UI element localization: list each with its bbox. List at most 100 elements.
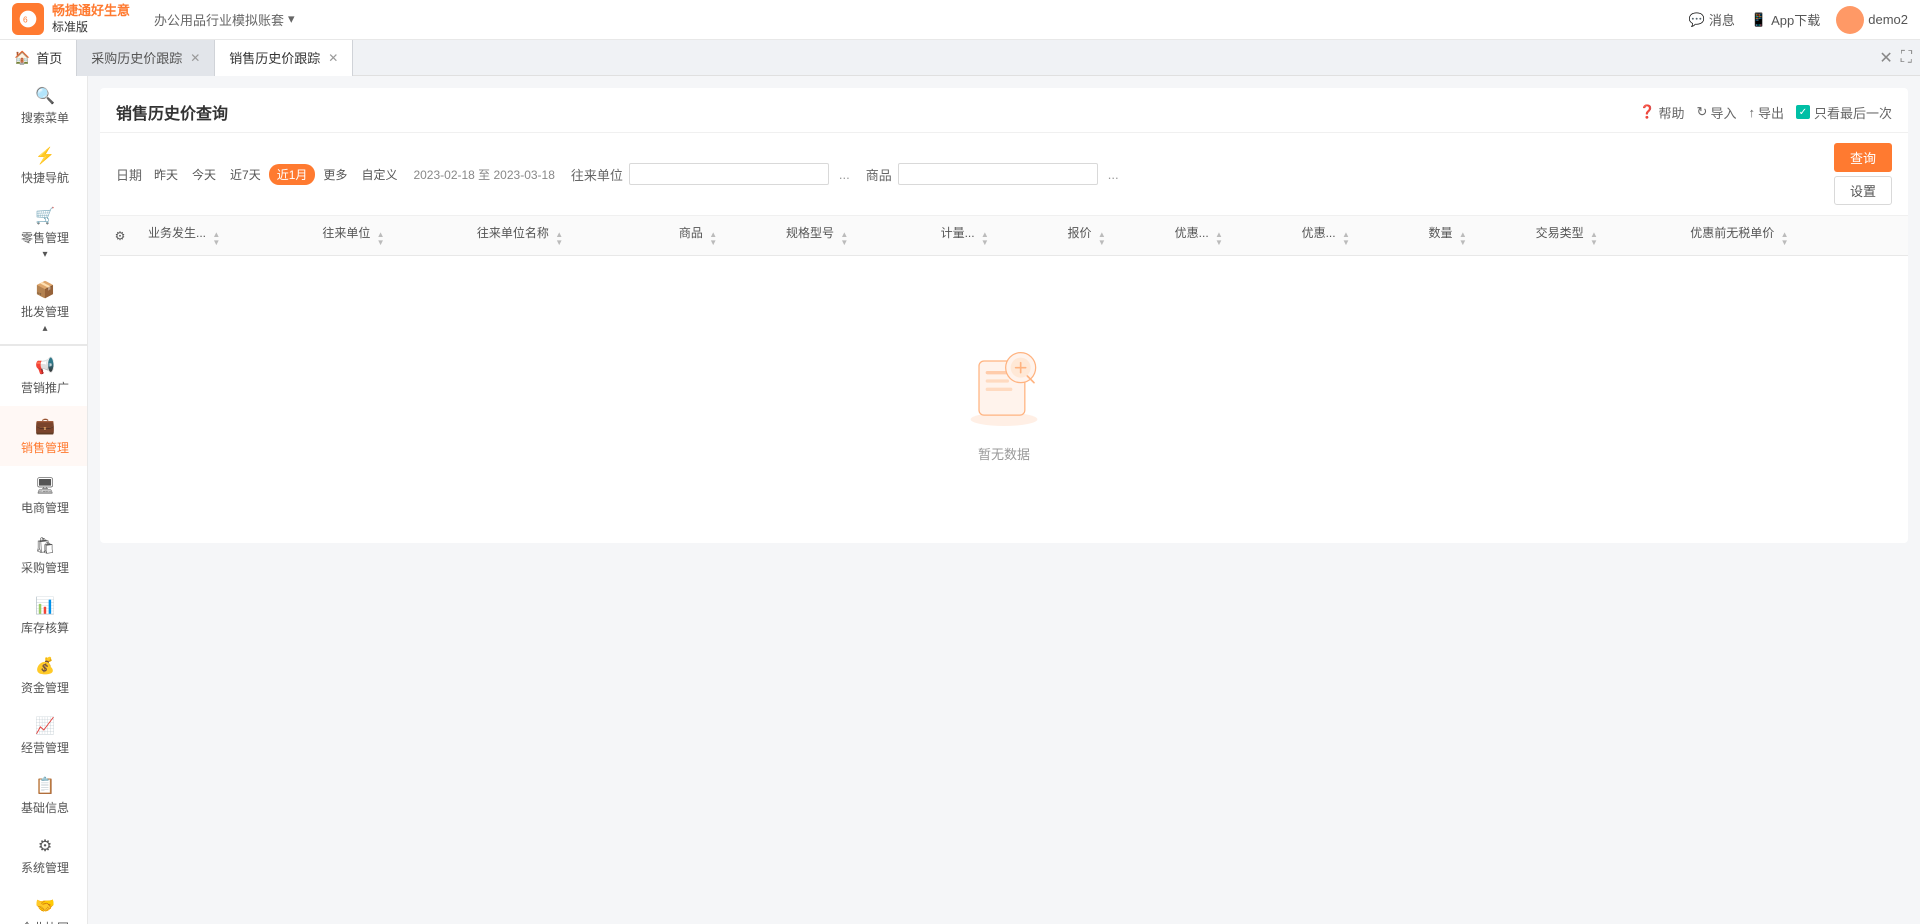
sidebar-item-purchase[interactable]: 🛍 采购管理 bbox=[0, 526, 87, 586]
empty-state: 暂无数据 bbox=[100, 256, 1908, 543]
sort-unit-icon[interactable]: ▲▼ bbox=[981, 231, 989, 247]
only-last-checkbox[interactable] bbox=[1796, 105, 1810, 119]
col-qty[interactable]: 数量 ▲▼ bbox=[1421, 216, 1528, 256]
date-tab-yesterday[interactable]: 昨天 bbox=[148, 164, 184, 185]
handshake-icon: 🤝 bbox=[35, 896, 55, 916]
sort-partner-code-icon[interactable]: ▲▼ bbox=[377, 231, 385, 247]
col-unit[interactable]: 计量... ▲▼ bbox=[933, 216, 1060, 256]
col-partner-name[interactable]: 往来单位名称 ▲▼ bbox=[469, 216, 671, 256]
sidebar-item-marketing[interactable]: 📢 营销推广 bbox=[0, 346, 87, 406]
box-icon: 📦 bbox=[35, 280, 55, 300]
close-purchase-tab-icon[interactable]: ✕ bbox=[190, 51, 200, 65]
date-filter: 日期 昨天 今天 近7天 近1月 更多 自定义 2023-02-18 至 202… bbox=[116, 164, 555, 185]
topbar-right: 💬 消息 📱 App下载 demo2 bbox=[1689, 6, 1908, 34]
sort-discount2-icon[interactable]: ▲▼ bbox=[1342, 231, 1350, 247]
tab-purchase-history[interactable]: 采购历史价跟踪 ✕ bbox=[77, 40, 215, 76]
goods-label: 商品 bbox=[866, 165, 892, 184]
trending-icon: 📈 bbox=[35, 716, 55, 736]
date-tab-1month[interactable]: 近1月 bbox=[269, 164, 316, 185]
search-icon: 🔍 bbox=[35, 86, 55, 106]
page-header: 销售历史价查询 ❓ 帮助 ↻ 导入 ↑ 导出 bbox=[100, 88, 1908, 133]
sort-biz-date-icon[interactable]: ▲▼ bbox=[212, 231, 220, 247]
clipboard-icon: 📋 bbox=[35, 776, 55, 796]
sidebar-item-inventory[interactable]: 📊 库存核算 bbox=[0, 586, 87, 646]
goods-dots-btn[interactable]: ... bbox=[1108, 167, 1119, 182]
col-biz-date[interactable]: 业务发生... ▲▼ bbox=[140, 216, 314, 256]
sidebar-item-operations[interactable]: 📈 经营管理 bbox=[0, 706, 87, 766]
col-partner-code[interactable]: 往来单位 ▲▼ bbox=[314, 216, 469, 256]
sort-quote-icon[interactable]: ▲▼ bbox=[1098, 231, 1106, 247]
sort-qty-icon[interactable]: ▲▼ bbox=[1459, 231, 1467, 247]
date-tab-today[interactable]: 今天 bbox=[186, 164, 222, 185]
import-btn[interactable]: ↻ 导入 bbox=[1697, 103, 1737, 122]
col-quote[interactable]: 报价 ▲▼ bbox=[1059, 216, 1166, 256]
col-spec[interactable]: 规格型号 ▲▼ bbox=[778, 216, 933, 256]
sidebar-item-sales[interactable]: 💼 销售管理 bbox=[0, 406, 87, 466]
sidebar-item-wholesale[interactable]: 📦 批发管理 ▴ bbox=[0, 270, 87, 344]
home-icon: 🏠 bbox=[14, 50, 30, 66]
cart-icon: 🛒 bbox=[35, 206, 55, 226]
page-title: 销售历史价查询 bbox=[116, 100, 228, 124]
tabs-bar: 🏠 首页 采购历史价跟踪 ✕ 销售历史价跟踪 ✕ ✕ ⛶ bbox=[0, 40, 1920, 76]
sidebar-item-basic[interactable]: 📋 基础信息 bbox=[0, 766, 87, 826]
setting-button[interactable]: 设置 bbox=[1834, 176, 1892, 205]
sidebar-item-system[interactable]: ⚙ 系统管理 bbox=[0, 826, 87, 886]
col-trade-type[interactable]: 交易类型 ▲▼ bbox=[1528, 216, 1683, 256]
tab-home[interactable]: 🏠 首页 bbox=[0, 40, 77, 76]
tab-sales-history[interactable]: 销售历史价跟踪 ✕ bbox=[215, 40, 353, 76]
col-pre-tax[interactable]: 优惠前无税单价 ▲▼ bbox=[1682, 216, 1908, 256]
page-container: 销售历史价查询 ❓ 帮助 ↻ 导入 ↑ 导出 bbox=[88, 76, 1920, 924]
svg-text:6: 6 bbox=[23, 15, 28, 25]
lightning-icon: ⚡ bbox=[35, 146, 55, 166]
export-btn[interactable]: ↑ 导出 bbox=[1748, 103, 1784, 122]
message-btn[interactable]: 💬 消息 bbox=[1689, 10, 1735, 29]
table-head: ⚙ 业务发生... ▲▼ 往来单位 ▲▼ bbox=[100, 216, 1908, 256]
tabs-actions: ✕ ⛶ bbox=[1879, 48, 1920, 68]
sidebar-item-enterprise[interactable]: 🤝 企业协同 bbox=[0, 886, 87, 924]
sort-pre-tax-icon[interactable]: ▲▼ bbox=[1781, 231, 1789, 247]
page-header-actions: ❓ 帮助 ↻ 导入 ↑ 导出 只看最后一次 bbox=[1639, 103, 1892, 122]
app-selector[interactable]: 办公用品行业模拟账套 ▾ bbox=[154, 10, 295, 29]
money-icon: 💰 bbox=[35, 656, 55, 676]
partner-dots-btn[interactable]: ... bbox=[839, 167, 850, 182]
help-icon: ❓ bbox=[1639, 104, 1655, 120]
download-icon: 📱 bbox=[1751, 12, 1767, 28]
date-tabs: 昨天 今天 近7天 近1月 更多 自定义 bbox=[148, 164, 403, 185]
help-btn[interactable]: ❓ 帮助 bbox=[1639, 103, 1684, 122]
empty-text: 暂无数据 bbox=[978, 444, 1030, 463]
only-last-checkbox-label[interactable]: 只看最后一次 bbox=[1796, 103, 1892, 122]
date-tab-7days[interactable]: 近7天 bbox=[224, 164, 267, 185]
sidebar-item-retail[interactable]: 🛒 零售管理 ▾ bbox=[0, 196, 87, 270]
sort-trade-type-icon[interactable]: ▲▼ bbox=[1590, 231, 1598, 247]
sort-goods-icon[interactable]: ▲▼ bbox=[709, 231, 717, 247]
col-discount1[interactable]: 优惠... ▲▼ bbox=[1167, 216, 1294, 256]
close-all-tabs-icon[interactable]: ✕ bbox=[1879, 48, 1892, 68]
filter-row: 日期 昨天 今天 近7天 近1月 更多 自定义 2023-02-18 至 202… bbox=[100, 133, 1908, 216]
sidebar-item-search[interactable]: 🔍 搜索菜单 bbox=[0, 76, 87, 136]
date-range: 2023-02-18 至 2023-03-18 bbox=[413, 166, 554, 183]
maximize-icon[interactable]: ⛶ bbox=[1901, 49, 1912, 67]
partner-input[interactable] bbox=[629, 163, 829, 185]
settings-icon[interactable]: ⚙ bbox=[115, 229, 126, 243]
empty-illustration bbox=[954, 336, 1054, 436]
close-sales-tab-icon[interactable]: ✕ bbox=[328, 51, 338, 65]
app-download-btn[interactable]: 📱 App下载 bbox=[1751, 10, 1820, 29]
gear-icon: ⚙ bbox=[38, 836, 52, 856]
sort-spec-icon[interactable]: ▲▼ bbox=[840, 231, 848, 247]
partner-label: 往来单位 bbox=[571, 165, 623, 184]
date-tab-more[interactable]: 更多 bbox=[317, 164, 353, 185]
sort-discount1-icon[interactable]: ▲▼ bbox=[1215, 231, 1223, 247]
col-goods[interactable]: 商品 ▲▼ bbox=[671, 216, 778, 256]
goods-filter: 商品 ... bbox=[866, 163, 1119, 185]
sidebar-item-quick-nav[interactable]: ⚡ 快捷导航 bbox=[0, 136, 87, 196]
sidebar-item-finance[interactable]: 💰 资金管理 bbox=[0, 646, 87, 706]
user-avatar[interactable]: demo2 bbox=[1836, 6, 1908, 34]
sort-partner-name-icon[interactable]: ▲▼ bbox=[555, 231, 563, 247]
date-tab-custom[interactable]: 自定义 bbox=[355, 164, 403, 185]
query-button[interactable]: 查询 bbox=[1834, 143, 1892, 172]
table-container: ⚙ 业务发生... ▲▼ 往来单位 ▲▼ bbox=[100, 216, 1908, 543]
sidebar-item-ecommerce[interactable]: 🖥 电商管理 bbox=[0, 466, 87, 526]
col-discount2[interactable]: 优惠... ▲▼ bbox=[1294, 216, 1421, 256]
goods-input[interactable] bbox=[898, 163, 1098, 185]
filter-right-btns: 查询 设置 bbox=[1834, 143, 1892, 205]
